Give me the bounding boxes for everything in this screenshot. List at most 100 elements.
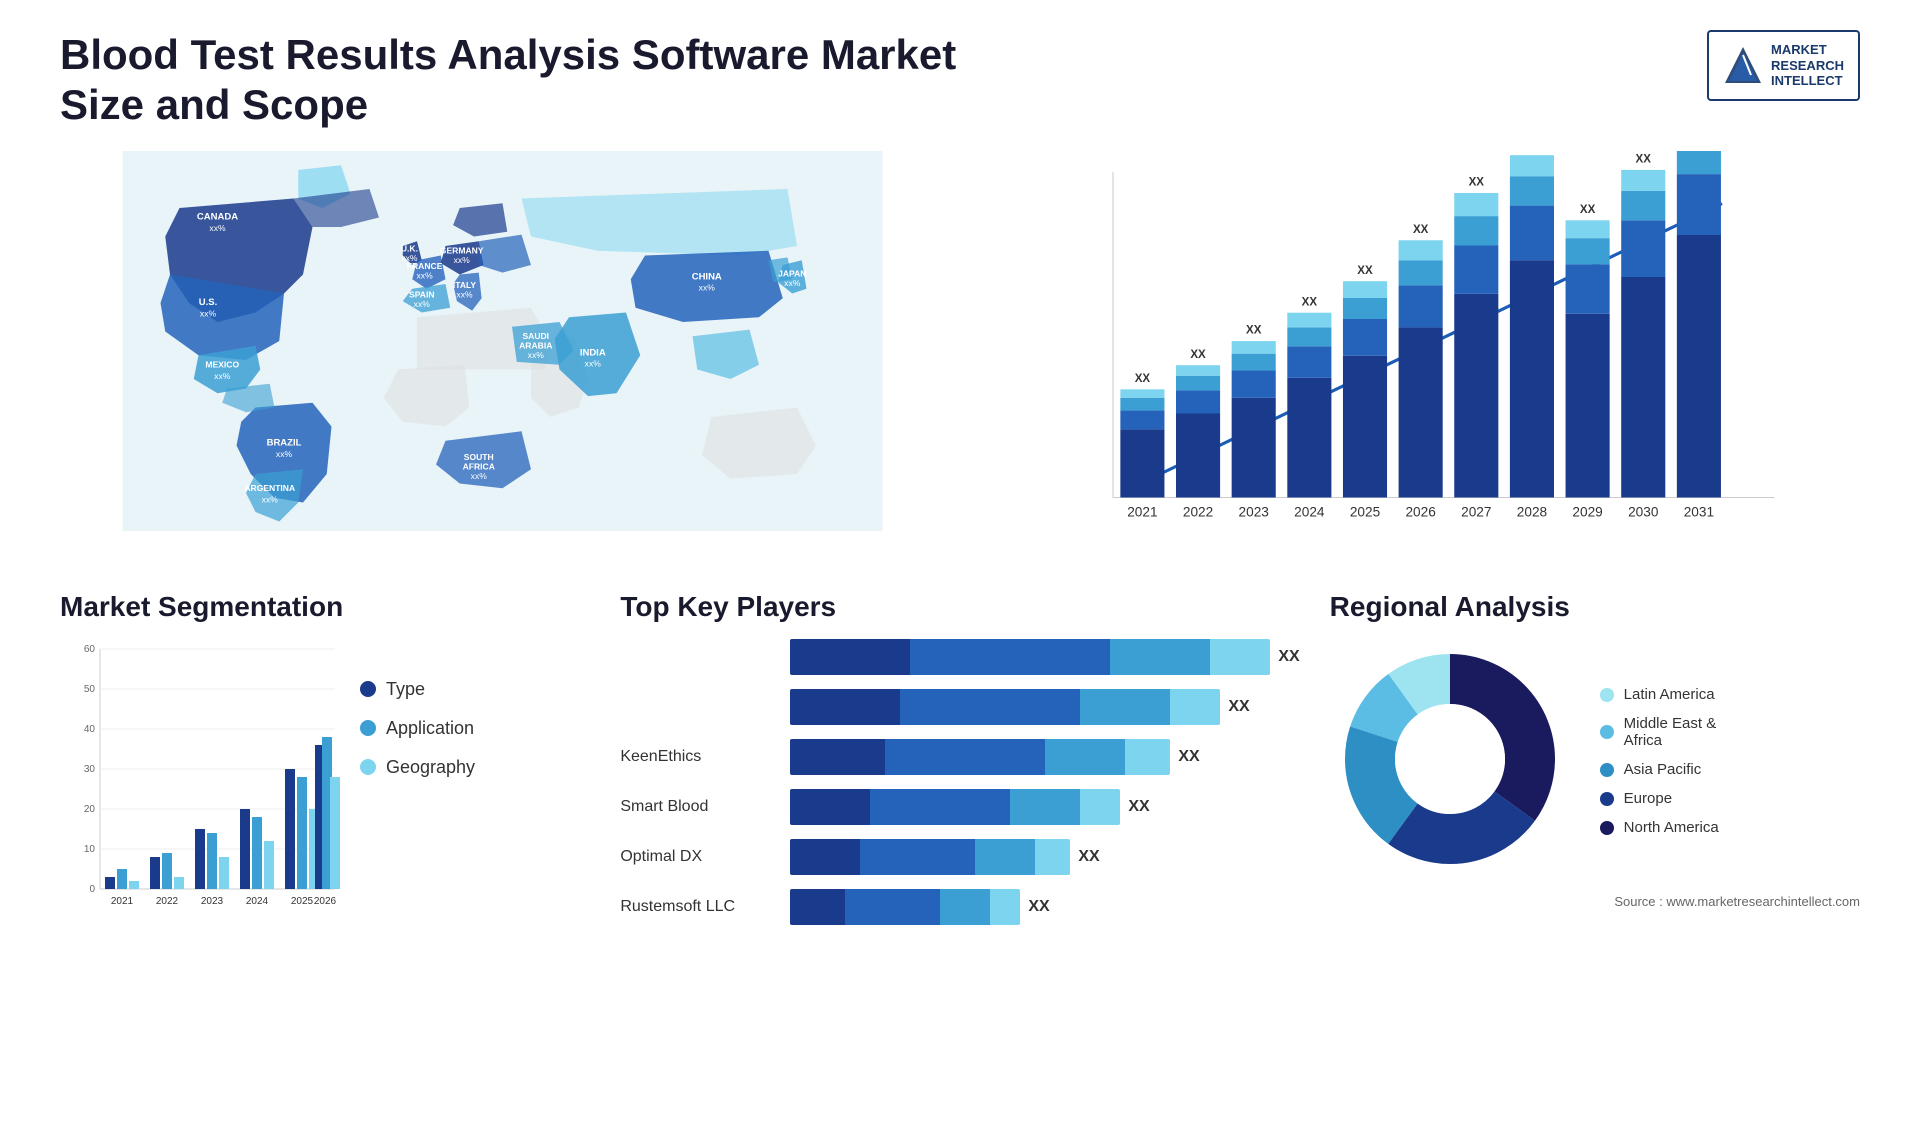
legend-application: Application bbox=[360, 718, 475, 739]
svg-text:xx%: xx% bbox=[214, 371, 231, 381]
svg-text:XX: XX bbox=[1302, 296, 1318, 308]
legend-na: North America bbox=[1600, 819, 1719, 836]
svg-text:2024: 2024 bbox=[1294, 504, 1325, 519]
svg-text:XX: XX bbox=[1469, 176, 1485, 188]
svg-text:2029: 2029 bbox=[1572, 504, 1602, 519]
world-map-svg: CANADA xx% U.S. xx% MEXICO xx% BRAZIL xx… bbox=[60, 151, 945, 531]
svg-text:2027: 2027 bbox=[1461, 504, 1491, 519]
legend-europe: Europe bbox=[1600, 790, 1719, 807]
app-dot bbox=[360, 720, 376, 736]
legend-geography: Geography bbox=[360, 757, 475, 778]
svg-text:XX: XX bbox=[1413, 224, 1429, 236]
svg-text:2025: 2025 bbox=[1350, 504, 1381, 519]
segmentation-section: Market Segmentation 0 10 20 30 40 5 bbox=[60, 591, 590, 939]
player-row-optimaldx: Optimal DX XX bbox=[620, 839, 1299, 875]
canada-label: CANADA bbox=[197, 211, 238, 222]
svg-text:xx%: xx% bbox=[414, 299, 431, 309]
legend-mea: Middle East &Africa bbox=[1600, 715, 1719, 749]
svg-text:ITALY: ITALY bbox=[453, 280, 477, 290]
map-section: CANADA xx% U.S. xx% MEXICO xx% BRAZIL xx… bbox=[60, 151, 945, 571]
regional-title: Regional Analysis bbox=[1330, 591, 1860, 623]
segmentation-container: 0 10 20 30 40 50 60 bbox=[60, 639, 590, 919]
player-bar-2 bbox=[790, 689, 1220, 725]
svg-text:xx%: xx% bbox=[454, 255, 471, 265]
legend-apac: Asia Pacific bbox=[1600, 761, 1719, 778]
page-title: Blood Test Results Analysis Software Mar… bbox=[60, 30, 960, 131]
svg-text:2022: 2022 bbox=[156, 896, 179, 907]
svg-text:CHINA: CHINA bbox=[692, 271, 722, 282]
svg-text:30: 30 bbox=[84, 764, 96, 775]
segmentation-title: Market Segmentation bbox=[60, 591, 590, 623]
player-row-1: XX bbox=[620, 639, 1299, 675]
svg-text:xx%: xx% bbox=[417, 270, 434, 280]
logo-box: MARKET RESEARCH INTELLECT bbox=[1707, 30, 1860, 101]
svg-text:XX: XX bbox=[1190, 349, 1206, 361]
svg-text:xx%: xx% bbox=[262, 494, 279, 504]
svg-text:2023: 2023 bbox=[1239, 504, 1269, 519]
logo-area: MARKET RESEARCH INTELLECT bbox=[1707, 30, 1860, 101]
regional-legend: Latin America Middle East &Africa Asia P… bbox=[1600, 686, 1719, 836]
svg-text:10: 10 bbox=[84, 844, 96, 855]
svg-text:xx%: xx% bbox=[585, 358, 602, 368]
svg-text:ARABIA: ARABIA bbox=[519, 340, 552, 350]
svg-text:2021: 2021 bbox=[111, 896, 134, 907]
svg-text:BRAZIL: BRAZIL bbox=[267, 437, 302, 448]
svg-text:40: 40 bbox=[84, 724, 96, 735]
player-bar-smart bbox=[790, 789, 1120, 825]
svg-text:50: 50 bbox=[84, 684, 96, 695]
svg-text:2026: 2026 bbox=[314, 896, 337, 907]
players-section: Top Key Players XX bbox=[620, 591, 1299, 939]
svg-text:xx%: xx% bbox=[200, 308, 217, 318]
regional-section: Regional Analysis bbox=[1330, 591, 1860, 939]
svg-text:U.K.: U.K. bbox=[401, 243, 418, 253]
player-bar-keen bbox=[790, 739, 1170, 775]
svg-text:2023: 2023 bbox=[201, 896, 224, 907]
svg-text:GERMANY: GERMANY bbox=[440, 245, 484, 255]
player-row-rustemsoft: Rustemsoft LLC XX bbox=[620, 889, 1299, 925]
svg-text:xx%: xx% bbox=[471, 471, 488, 481]
world-map-container: CANADA xx% U.S. xx% MEXICO xx% BRAZIL xx… bbox=[60, 151, 945, 531]
chart-section: XX XX XX XX bbox=[975, 151, 1860, 571]
svg-text:xx%: xx% bbox=[276, 449, 293, 459]
svg-text:xx%: xx% bbox=[528, 350, 545, 360]
logo-icon bbox=[1723, 45, 1763, 85]
svg-text:AFRICA: AFRICA bbox=[463, 461, 495, 471]
player-bar-rustem bbox=[790, 889, 1020, 925]
svg-text:60: 60 bbox=[84, 644, 96, 655]
svg-text:JAPAN: JAPAN bbox=[778, 268, 806, 278]
svg-text:xx%: xx% bbox=[699, 282, 716, 292]
player-bar-1 bbox=[790, 639, 1270, 675]
logo-text: MARKET RESEARCH INTELLECT bbox=[1771, 42, 1844, 89]
svg-text:XX: XX bbox=[1580, 204, 1596, 216]
svg-text:XX: XX bbox=[1636, 153, 1652, 165]
player-bar-optimal bbox=[790, 839, 1070, 875]
svg-text:XX: XX bbox=[1524, 151, 1540, 152]
legend-type: Type bbox=[360, 679, 475, 700]
geo-dot bbox=[360, 759, 376, 775]
svg-text:2030: 2030 bbox=[1628, 504, 1659, 519]
svg-text:FRANCE: FRANCE bbox=[407, 261, 443, 271]
svg-text:XX: XX bbox=[1357, 265, 1373, 277]
svg-text:2031: 2031 bbox=[1684, 504, 1714, 519]
svg-text:2026: 2026 bbox=[1405, 504, 1435, 519]
svg-text:xx%: xx% bbox=[456, 289, 473, 299]
svg-text:2022: 2022 bbox=[1183, 504, 1213, 519]
donut-chart-container bbox=[1330, 639, 1570, 884]
regional-container: Latin America Middle East &Africa Asia P… bbox=[1330, 639, 1860, 884]
svg-text:2021: 2021 bbox=[1127, 504, 1157, 519]
svg-text:0: 0 bbox=[89, 884, 95, 895]
svg-text:XX: XX bbox=[1246, 324, 1262, 336]
donut-chart-svg bbox=[1330, 639, 1570, 879]
seg-legend: Type Application Geography bbox=[360, 639, 475, 778]
svg-text:XX: XX bbox=[1135, 373, 1151, 385]
header: Blood Test Results Analysis Software Mar… bbox=[60, 30, 1860, 131]
growth-chart-svg: XX XX XX XX bbox=[975, 151, 1860, 571]
segmentation-svg: 0 10 20 30 40 50 60 bbox=[60, 639, 340, 939]
players-title: Top Key Players bbox=[620, 591, 1299, 623]
svg-text:INDIA: INDIA bbox=[580, 347, 606, 358]
svg-text:ARGENTINA: ARGENTINA bbox=[244, 483, 295, 493]
svg-text:SAUDI: SAUDI bbox=[522, 331, 549, 341]
svg-text:2025: 2025 bbox=[291, 896, 314, 907]
page-container: Blood Test Results Analysis Software Mar… bbox=[0, 0, 1920, 1146]
svg-text:U.S.: U.S. bbox=[199, 297, 217, 308]
